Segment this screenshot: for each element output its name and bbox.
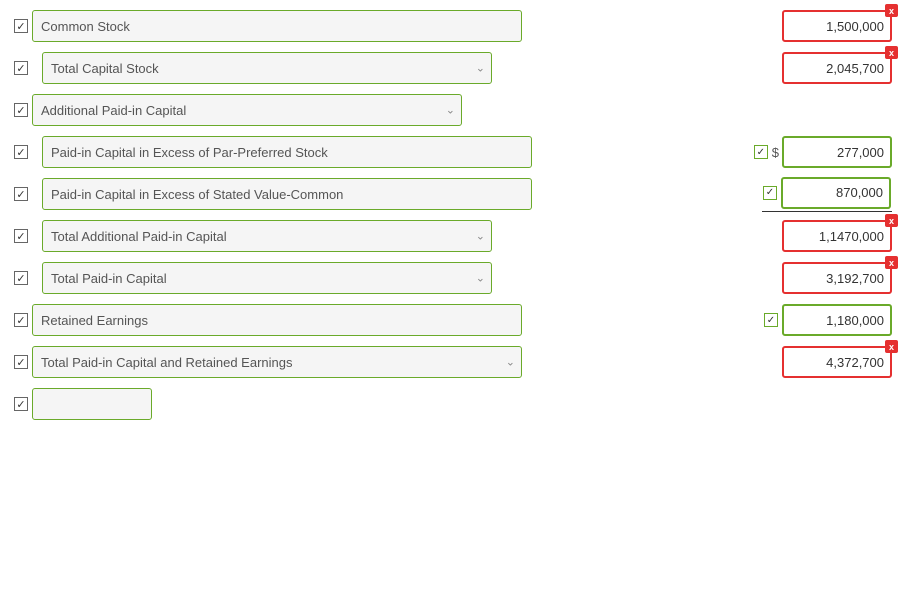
value-total-additional[interactable]: 1,1470,000 bbox=[782, 220, 892, 252]
checkbox-additional-paid[interactable] bbox=[10, 103, 32, 117]
close-common-stock[interactable]: x bbox=[885, 4, 898, 17]
label-text-common-stock: Common Stock bbox=[41, 19, 130, 34]
row-paid-in-common: Paid-in Capital in Excess of Stated Valu… bbox=[10, 176, 892, 212]
row-total-paid-in: Total Paid-in Capital ⌄ x 3,192,700 bbox=[10, 260, 892, 296]
checkbox-sub-retained[interactable] bbox=[764, 313, 778, 327]
checkbox-paid-common[interactable] bbox=[10, 187, 32, 201]
checkbox-icon-paid-common[interactable] bbox=[14, 187, 28, 201]
close-total-capital[interactable]: x bbox=[885, 46, 898, 59]
value-wrap-common-stock: x 1,500,000 bbox=[782, 10, 892, 42]
checkbox-icon-total-capital[interactable] bbox=[14, 61, 28, 75]
value-paid-preferred[interactable]: 277,000 bbox=[782, 136, 892, 168]
sub-value-area-preferred: $ 277,000 bbox=[754, 136, 892, 168]
value-paid-common[interactable]: 870,000 bbox=[781, 177, 891, 209]
value-retained-earnings[interactable]: 1,180,000 bbox=[782, 304, 892, 336]
row-total-additional: Total Additional Paid-in Capital ⌄ x 1,1… bbox=[10, 218, 892, 254]
checkbox-sub-preferred[interactable] bbox=[754, 145, 768, 159]
checkbox-icon-common-stock[interactable] bbox=[14, 19, 28, 33]
label-retained-earnings: Retained Earnings bbox=[32, 304, 522, 336]
label-text-total-capital: Total Capital Stock bbox=[51, 61, 159, 76]
checkbox-bottom-partial[interactable] bbox=[10, 397, 32, 411]
label-text-additional-paid: Additional Paid-in Capital bbox=[41, 103, 186, 118]
value-total-retained[interactable]: 4,372,700 bbox=[782, 346, 892, 378]
checkbox-paid-preferred[interactable] bbox=[10, 145, 32, 159]
value-section-total-paid-in: x 3,192,700 bbox=[782, 262, 892, 294]
label-common-stock: Common Stock bbox=[32, 10, 522, 42]
checkbox-total-paid-in[interactable] bbox=[10, 271, 32, 285]
label-text-paid-preferred: Paid-in Capital in Excess of Par-Preferr… bbox=[51, 145, 328, 160]
underline-common bbox=[762, 211, 892, 212]
label-paid-preferred: Paid-in Capital in Excess of Par-Preferr… bbox=[42, 136, 532, 168]
checkbox-icon-retained-earnings[interactable] bbox=[14, 313, 28, 327]
checkbox-total-capital[interactable] bbox=[10, 61, 32, 75]
checkbox-total-additional[interactable] bbox=[10, 229, 32, 243]
label-text-total-additional: Total Additional Paid-in Capital bbox=[51, 229, 227, 244]
value-area-retained: 1,180,000 bbox=[764, 304, 892, 336]
row-total-capital: Total Capital Stock ⌄ x 2,045,700 bbox=[10, 50, 892, 86]
dropdown-arrow-total-retained[interactable]: ⌄ bbox=[506, 356, 515, 369]
label-total-additional: Total Additional Paid-in Capital ⌄ bbox=[42, 220, 492, 252]
value-total-capital[interactable]: 2,045,700 bbox=[782, 52, 892, 84]
value-common-stock[interactable]: 1,500,000 bbox=[782, 10, 892, 42]
value-wrap-total-capital: x 2,045,700 bbox=[782, 52, 892, 84]
dollar-preferred: $ bbox=[772, 145, 779, 160]
dropdown-arrow-total-paid-in[interactable]: ⌄ bbox=[476, 272, 485, 285]
value-wrap-total-additional: x 1,1470,000 bbox=[782, 220, 892, 252]
value-text-paid-common: 870,000 bbox=[836, 185, 883, 200]
row-paid-in-preferred: Paid-in Capital in Excess of Par-Preferr… bbox=[10, 134, 892, 170]
value-text-total-paid-in: 3,192,700 bbox=[826, 271, 884, 286]
value-text-common-stock: 1,500,000 bbox=[826, 19, 884, 34]
checkbox-icon-bottom-partial[interactable] bbox=[14, 397, 28, 411]
value-wrap-total-paid-in: x 3,192,700 bbox=[782, 262, 892, 294]
label-total-retained: Total Paid-in Capital and Retained Earni… bbox=[32, 346, 522, 378]
dropdown-arrow-total-additional[interactable]: ⌄ bbox=[476, 230, 485, 243]
checkbox-common-stock[interactable] bbox=[10, 19, 32, 33]
value-text-total-capital: 2,045,700 bbox=[826, 61, 884, 76]
checkbox-total-retained[interactable] bbox=[10, 355, 32, 369]
close-total-retained[interactable]: x bbox=[885, 340, 898, 353]
checkbox-icon-additional-paid[interactable] bbox=[14, 103, 28, 117]
label-bottom-partial bbox=[32, 388, 152, 420]
close-total-paid-in[interactable]: x bbox=[885, 256, 898, 269]
checkbox-icon-paid-preferred[interactable] bbox=[14, 145, 28, 159]
label-total-capital: Total Capital Stock ⌄ bbox=[42, 52, 492, 84]
label-text-paid-common: Paid-in Capital in Excess of Stated Valu… bbox=[51, 187, 343, 202]
label-paid-common: Paid-in Capital in Excess of Stated Valu… bbox=[42, 178, 532, 210]
row-total-retained: Total Paid-in Capital and Retained Earni… bbox=[10, 344, 892, 380]
dropdown-arrow-additional-paid[interactable]: ⌄ bbox=[446, 104, 455, 117]
label-text-total-paid-in: Total Paid-in Capital bbox=[51, 271, 167, 286]
label-additional-paid: Additional Paid-in Capital ⌄ bbox=[32, 94, 462, 126]
value-total-paid-in[interactable]: 3,192,700 bbox=[782, 262, 892, 294]
value-text-total-retained: 4,372,700 bbox=[826, 355, 884, 370]
main-container: Common Stock x 1,500,000 Total Capital S… bbox=[0, 0, 902, 436]
checkbox-icon-total-paid-in[interactable] bbox=[14, 271, 28, 285]
value-text-paid-preferred: 277,000 bbox=[837, 145, 884, 160]
sub-value-area-common: 870,000 bbox=[762, 177, 892, 212]
dropdown-arrow-total-capital[interactable]: ⌄ bbox=[476, 62, 485, 75]
value-text-retained-earnings: 1,180,000 bbox=[826, 313, 884, 328]
label-text-total-retained: Total Paid-in Capital and Retained Earni… bbox=[41, 355, 293, 370]
close-total-additional[interactable]: x bbox=[885, 214, 898, 227]
checkbox-sub-common[interactable] bbox=[763, 186, 777, 200]
label-total-paid-in: Total Paid-in Capital ⌄ bbox=[42, 262, 492, 294]
row-retained-earnings: Retained Earnings 1,180,000 bbox=[10, 302, 892, 338]
row-common-stock: Common Stock x 1,500,000 bbox=[10, 8, 892, 44]
checkbox-icon-total-retained[interactable] bbox=[14, 355, 28, 369]
label-text-retained-earnings: Retained Earnings bbox=[41, 313, 148, 328]
checkbox-icon-total-additional[interactable] bbox=[14, 229, 28, 243]
value-text-total-additional: 1,1470,000 bbox=[819, 229, 884, 244]
row-bottom-partial bbox=[10, 386, 892, 422]
row-additional-paid: Additional Paid-in Capital ⌄ bbox=[10, 92, 892, 128]
value-wrap-total-retained: x 4,372,700 bbox=[782, 346, 892, 378]
checkbox-retained-earnings[interactable] bbox=[10, 313, 32, 327]
